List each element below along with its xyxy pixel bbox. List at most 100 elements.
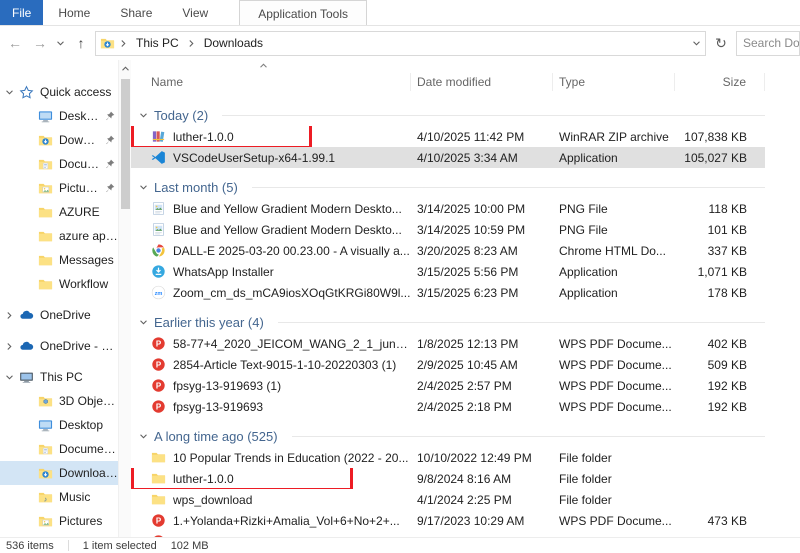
- file-date-modified: 3/20/2025 8:23 AM: [417, 243, 518, 258]
- file-row[interactable]: zm Zoom_cm_ds_mCA9iosXOqGtKRGi80W9l... 3/1…: [131, 282, 765, 303]
- breadcrumb-downloads[interactable]: Downloads: [199, 36, 268, 50]
- file-row[interactable]: wps_download 4/1/2024 2:25 PM File folder: [131, 489, 765, 510]
- file-row[interactable]: 10 Popular Trends in Education (2022 - 2…: [131, 447, 765, 468]
- sidebar-item-pictures[interactable]: Pictures: [0, 509, 118, 533]
- group-header-today-2[interactable]: Today (2): [131, 104, 765, 126]
- scrollbar-thumb[interactable]: [120, 79, 130, 209]
- chevron-down-icon[interactable]: [5, 373, 15, 382]
- file-row[interactable]: P 2854-Article Text-9015-1-10-20220303 (1…: [131, 354, 765, 375]
- sidebar-item-label: Desktop: [59, 109, 101, 123]
- column-header-size[interactable]: Size: [675, 73, 765, 91]
- group-header-a-long-time-ago-525[interactable]: A long time ago (525): [131, 425, 765, 447]
- svg-text:P: P: [156, 381, 162, 390]
- sidebar-item-messages[interactable]: Messages: [0, 248, 118, 272]
- chevron-down-icon[interactable]: [139, 432, 148, 441]
- tab-file[interactable]: File: [0, 0, 44, 25]
- file-row[interactable]: Pfpsyg-13-919693 (1) 2/4/2025 2:57 PM WPS …: [131, 375, 765, 396]
- navigation-bar: ← → ↑ This PC Downloads ↻ Search Do: [0, 26, 800, 60]
- column-header-type[interactable]: Type: [553, 73, 675, 91]
- sidebar-item-this-pc[interactable]: This PC: [0, 365, 118, 389]
- sidebar-item-desktop[interactable]: Desktop: [0, 104, 118, 128]
- chevron-down-icon[interactable]: [139, 318, 148, 327]
- sidebar-item-label: Music: [59, 490, 91, 504]
- status-divider: [67, 540, 69, 551]
- back-button[interactable]: ←: [4, 31, 26, 55]
- group-header-earlier-this-year-4[interactable]: Earlier this year (4): [131, 311, 765, 333]
- chevron-down-icon[interactable]: [139, 183, 148, 192]
- refresh-button[interactable]: ↻: [709, 35, 733, 52]
- sidebar-item-workflow[interactable]: Workflow: [0, 272, 118, 296]
- sidebar-item-azure-app-files[interactable]: azure app_files: [0, 224, 118, 248]
- sidebar-item-azure[interactable]: AZURE: [0, 200, 118, 224]
- tab-view[interactable]: View: [167, 0, 223, 25]
- sidebar-scrollbar[interactable]: [118, 60, 131, 537]
- sidebar-item-onedrive[interactable]: OneDrive: [0, 303, 118, 327]
- file-name: DALL-E 2025-03-20 00.23.00 - A visually …: [173, 243, 410, 258]
- file-row[interactable]: DALL-E 2025-03-20 00.23.00 - A visually …: [131, 240, 765, 261]
- column-header-date-modified[interactable]: Date modified: [411, 73, 553, 91]
- chevron-right-icon[interactable]: [5, 311, 15, 320]
- sidebar-item-desktop[interactable]: Desktop: [0, 413, 118, 437]
- location-folder-icon: [100, 36, 116, 51]
- search-box[interactable]: Search Do: [736, 30, 800, 56]
- file-row[interactable]: WhatsApp Installer 3/15/2025 5:56 PM Appli…: [131, 261, 765, 282]
- selection-summary: 1 item selected: [82, 539, 157, 552]
- group-label: Today (2): [154, 107, 209, 123]
- forward-button[interactable]: →: [29, 31, 51, 55]
- chrome-icon: [151, 243, 167, 258]
- chevron-down-icon[interactable]: [5, 88, 15, 97]
- sidebar-item-downloads[interactable]: Downloads: [0, 461, 118, 485]
- file-row[interactable]: Blue and Yellow Gradient Modern Deskto..…: [131, 219, 765, 240]
- folder-icon: [38, 205, 55, 220]
- address-dropdown-icon[interactable]: [692, 39, 701, 48]
- file-date-modified: 3/15/2025 5:56 PM: [417, 264, 519, 279]
- file-date-modified: 2/4/2025 2:18 PM: [417, 399, 512, 414]
- group-header-last-month-5[interactable]: Last month (5): [131, 176, 765, 198]
- scrollbar-up-icon[interactable]: [121, 60, 130, 73]
- chevron-right-icon[interactable]: [5, 342, 15, 351]
- file-row[interactable]: P 2.+61+478798489-34657+-+350493021-1... W…: [131, 531, 765, 537]
- address-bar[interactable]: This PC Downloads: [95, 30, 706, 56]
- file-row[interactable]: VSCodeUserSetup-x64-1.99.1 4/10/2025 3:34…: [131, 147, 765, 168]
- sidebar-item-music[interactable]: ♪ Music: [0, 485, 118, 509]
- file-explorer-window: File Home Share View Application Tools ← → ↑…: [0, 0, 800, 553]
- sidebar-item-downloads[interactable]: Downloads: [0, 128, 118, 152]
- sidebar-item-quick-access[interactable]: Quick access: [0, 80, 118, 104]
- folder-icon: [151, 471, 167, 486]
- pin-icon: [105, 183, 118, 193]
- file-name: Zoom_cm_ds_mCA9iosXOqGtKRGi80W9l...: [173, 285, 411, 300]
- column-header-name[interactable]: Name: [131, 73, 411, 91]
- up-button[interactable]: ↑: [70, 31, 92, 55]
- file-name: luther-1.0.0: [173, 129, 234, 144]
- sidebar-item-onedrive-person[interactable]: OneDrive - Person...: [0, 334, 118, 358]
- tab-share[interactable]: Share: [105, 0, 167, 25]
- recent-locations-dropdown-icon[interactable]: [54, 39, 67, 48]
- sidebar-item-label: Downloads: [59, 466, 118, 480]
- file-size: 473 KB: [707, 513, 747, 528]
- sidebar-item-label: OneDrive - Person...: [40, 339, 118, 353]
- file-row[interactable]: luther-1.0.0 9/8/2024 8:16 AM File folder: [131, 468, 765, 489]
- file-row[interactable]: Pfpsyg-13-919693 2/4/2025 2:18 PM WPS PDF …: [131, 396, 765, 417]
- tab-application-tools[interactable]: Application Tools: [239, 0, 368, 25]
- file-row[interactable]: Blue and Yellow Gradient Modern Deskto..…: [131, 198, 765, 219]
- file-row[interactable]: luther-1.0.0 4/10/2025 11:42 PM WinRAR ZIP…: [131, 126, 765, 147]
- file-date-modified: 3/14/2025 10:59 PM: [417, 222, 526, 237]
- sidebar-item-pictures[interactable]: Pictures: [0, 176, 118, 200]
- file-name: luther-1.0.0: [173, 471, 234, 486]
- sidebar-item-documents[interactable]: Documents: [0, 152, 118, 176]
- sidebar-item-3d-objects[interactable]: 3D Objects: [0, 389, 118, 413]
- file-row[interactable]: P 1.+Yolanda+Rizki+Amalia_Vol+6+No+2+... 9…: [131, 510, 765, 531]
- file-size: 105,027 KB: [684, 150, 747, 165]
- file-name: VSCodeUserSetup-x64-1.99.1: [173, 150, 336, 165]
- folder-icon: [38, 253, 55, 268]
- breadcrumb-this-pc[interactable]: This PC: [131, 36, 184, 50]
- file-row[interactable]: P 58-77+4_2020_JEICOM_WANG_2_1_june+... 1/…: [131, 333, 765, 354]
- file-type: Chrome HTML Do...: [559, 243, 666, 258]
- file-date-modified: 4/1/2024 2:25 PM: [417, 492, 512, 507]
- chevron-down-icon[interactable]: [139, 111, 148, 120]
- tab-home[interactable]: Home: [43, 0, 105, 25]
- file-date-modified: 4/10/2025 3:34 AM: [417, 150, 518, 165]
- column-headers: Name Date modified Type Size: [131, 70, 800, 94]
- onedrive-icon: [19, 339, 36, 354]
- sidebar-item-documents[interactable]: Documents: [0, 437, 118, 461]
